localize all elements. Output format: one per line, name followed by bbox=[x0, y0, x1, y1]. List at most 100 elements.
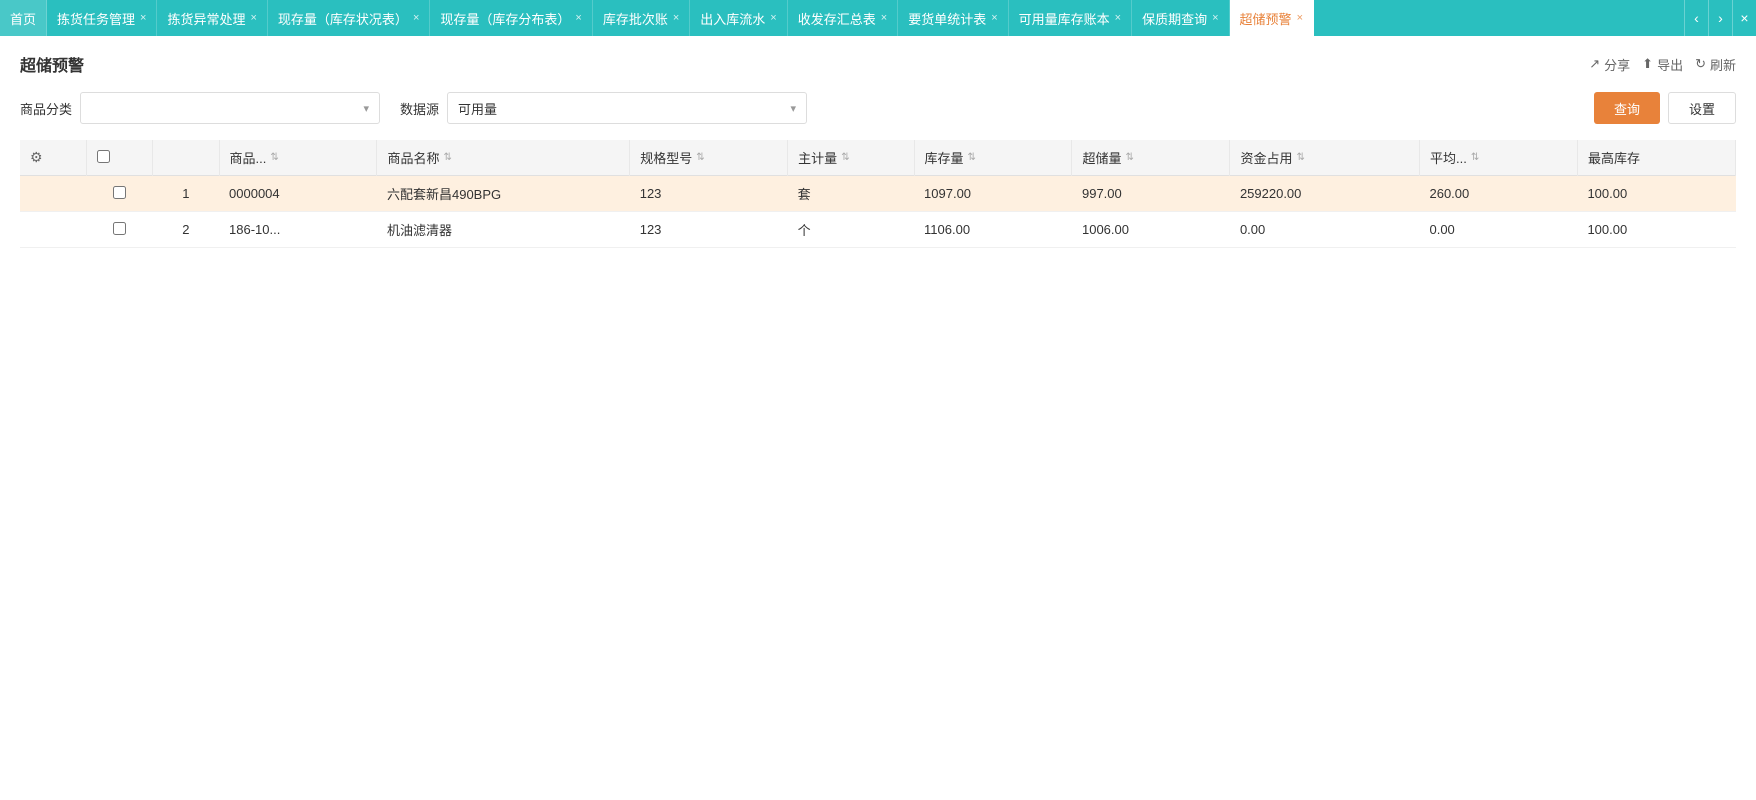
settings-button[interactable]: 设置 bbox=[1668, 92, 1736, 124]
nav-tab-stock-status[interactable]: 现存量（库存状况表） × bbox=[268, 0, 430, 36]
close-tab-overstock[interactable]: × bbox=[1297, 12, 1303, 24]
category-filter: 商品分类 ▾ bbox=[20, 92, 380, 124]
nav-tab-exception[interactable]: 拣货异常处理 × bbox=[157, 0, 267, 36]
page-header: 超储预警 ↗ 分享 ⬆ 导出 ↻ 刷新 bbox=[20, 52, 1736, 76]
share-button[interactable]: ↗ 分享 bbox=[1589, 55, 1630, 74]
nav-tab-task[interactable]: 拣货任务管理 × bbox=[47, 0, 157, 36]
row-avg: 0.00 bbox=[1419, 212, 1577, 248]
col-header-name[interactable]: 商品名称 ⇅ bbox=[377, 140, 630, 176]
nav-arrow-right[interactable]: › bbox=[1708, 0, 1732, 36]
filter-row: 商品分类 ▾ 数据源 可用量 ▾ 查询 设置 bbox=[20, 92, 1736, 124]
refresh-icon: ↻ bbox=[1695, 56, 1706, 72]
sort-icon-over: ⇅ bbox=[1126, 152, 1134, 163]
close-tab-exception[interactable]: × bbox=[250, 12, 256, 24]
top-navigation: 首页 拣货任务管理 × 拣货异常处理 × 现存量（库存状况表） × 现存量（库存… bbox=[0, 0, 1756, 36]
table-row[interactable]: 1 0000004 六配套新昌490BPG 123 套 1097.00 997.… bbox=[20, 176, 1736, 212]
close-tab-summary[interactable]: × bbox=[881, 12, 887, 24]
row-avg: 260.00 bbox=[1419, 176, 1577, 212]
row-name: 机油滤清器 bbox=[377, 212, 630, 248]
col-header-funds[interactable]: 资金占用 ⇅ bbox=[1230, 140, 1420, 176]
table-header-row: 商品... ⇅ 商品名称 ⇅ 规格型号 ⇅ bbox=[20, 140, 1736, 176]
datasource-filter: 数据源 可用量 ▾ bbox=[400, 92, 807, 124]
close-tab-task[interactable]: × bbox=[140, 12, 146, 24]
row-index: 2 bbox=[153, 212, 219, 248]
col-header-settings[interactable] bbox=[20, 140, 86, 176]
category-select[interactable]: ▾ bbox=[80, 92, 380, 124]
close-tab-quality[interactable]: × bbox=[1212, 12, 1218, 24]
close-tab-available[interactable]: × bbox=[1115, 12, 1121, 24]
category-chevron-icon: ▾ bbox=[363, 102, 369, 115]
col-header-stock[interactable]: 库存量 ⇅ bbox=[914, 140, 1072, 176]
row-checkbox[interactable] bbox=[113, 222, 126, 235]
row-over: 1006.00 bbox=[1072, 212, 1230, 248]
datasource-label: 数据源 bbox=[400, 99, 439, 118]
col-header-check bbox=[86, 140, 152, 176]
row-checkbox-cell[interactable] bbox=[86, 212, 152, 248]
page-title: 超储预警 bbox=[20, 52, 84, 76]
nav-tab-inout[interactable]: 出入库流水 × bbox=[690, 0, 787, 36]
table-row[interactable]: 2 186-10... 机油滤清器 123 个 1106.00 1006.00 … bbox=[20, 212, 1736, 248]
col-header-spec[interactable]: 规格型号 ⇅ bbox=[630, 140, 788, 176]
datasource-select[interactable]: 可用量 ▾ bbox=[447, 92, 807, 124]
gear-icon bbox=[30, 150, 43, 165]
row-settings-cell bbox=[20, 212, 86, 248]
row-index: 1 bbox=[153, 176, 219, 212]
col-header-idx bbox=[153, 140, 219, 176]
sort-icon-funds: ⇅ bbox=[1296, 152, 1304, 163]
row-code: 0000004 bbox=[219, 176, 377, 212]
row-maxstock: 100.00 bbox=[1577, 212, 1735, 248]
nav-tab-available[interactable]: 可用量库存账本 × bbox=[1009, 0, 1132, 36]
nav-arrow-close[interactable]: × bbox=[1732, 0, 1756, 36]
row-code: 186-10... bbox=[219, 212, 377, 248]
nav-tab-demand[interactable]: 要货单统计表 × bbox=[898, 0, 1008, 36]
nav-tab-summary[interactable]: 收发存汇总表 × bbox=[788, 0, 898, 36]
row-funds: 259220.00 bbox=[1230, 176, 1420, 212]
category-label: 商品分类 bbox=[20, 99, 72, 118]
sort-icon-spec: ⇅ bbox=[696, 152, 704, 163]
row-unit: 个 bbox=[788, 212, 914, 248]
export-icon: ⬆ bbox=[1642, 56, 1653, 72]
row-over: 997.00 bbox=[1072, 176, 1230, 212]
close-tab-inout[interactable]: × bbox=[770, 12, 776, 24]
nav-tab-batch[interactable]: 库存批次账 × bbox=[593, 0, 690, 36]
nav-tab-stock-dist[interactable]: 现存量（库存分布表） × bbox=[430, 0, 592, 36]
row-checkbox-cell[interactable] bbox=[86, 176, 152, 212]
share-icon: ↗ bbox=[1589, 56, 1600, 72]
col-header-over[interactable]: 超储量 ⇅ bbox=[1072, 140, 1230, 176]
close-tab-stock-dist[interactable]: × bbox=[575, 12, 581, 24]
close-tab-stock-status[interactable]: × bbox=[413, 12, 419, 24]
nav-tab-overstock[interactable]: 超储预警 × bbox=[1230, 0, 1314, 36]
row-spec: 123 bbox=[630, 212, 788, 248]
sort-icon-unit: ⇅ bbox=[841, 152, 849, 163]
row-stock: 1106.00 bbox=[914, 212, 1072, 248]
sort-icon-stock: ⇅ bbox=[968, 152, 976, 163]
data-table: 商品... ⇅ 商品名称 ⇅ 规格型号 ⇅ bbox=[20, 140, 1736, 248]
header-actions: ↗ 分享 ⬆ 导出 ↻ 刷新 bbox=[1589, 55, 1736, 74]
query-button[interactable]: 查询 bbox=[1594, 92, 1660, 124]
nav-tab-quality[interactable]: 保质期查询 × bbox=[1132, 0, 1229, 36]
row-maxstock: 100.00 bbox=[1577, 176, 1735, 212]
datasource-chevron-icon: ▾ bbox=[791, 102, 797, 115]
nav-tab-home[interactable]: 首页 bbox=[0, 0, 47, 36]
table-body: 1 0000004 六配套新昌490BPG 123 套 1097.00 997.… bbox=[20, 176, 1736, 248]
filter-buttons: 查询 设置 bbox=[1594, 92, 1736, 124]
row-checkbox[interactable] bbox=[113, 186, 126, 199]
row-stock: 1097.00 bbox=[914, 176, 1072, 212]
col-header-avg[interactable]: 平均... ⇅ bbox=[1419, 140, 1577, 176]
export-button[interactable]: ⬆ 导出 bbox=[1642, 55, 1683, 74]
page-content: 超储预警 ↗ 分享 ⬆ 导出 ↻ 刷新 商品分类 ▾ 数据源 bbox=[0, 36, 1756, 800]
sort-icon-avg: ⇅ bbox=[1471, 152, 1479, 163]
select-all-checkbox[interactable] bbox=[97, 150, 110, 163]
row-spec: 123 bbox=[630, 176, 788, 212]
col-header-maxstock[interactable]: 最高库存 bbox=[1577, 140, 1735, 176]
row-funds: 0.00 bbox=[1230, 212, 1420, 248]
row-unit: 套 bbox=[788, 176, 914, 212]
row-name: 六配套新昌490BPG bbox=[377, 176, 630, 212]
datasource-select-value: 可用量 bbox=[458, 99, 497, 118]
refresh-button[interactable]: ↻ 刷新 bbox=[1695, 55, 1736, 74]
close-tab-demand[interactable]: × bbox=[991, 12, 997, 24]
nav-arrow-left[interactable]: ‹ bbox=[1684, 0, 1708, 36]
col-header-unit[interactable]: 主计量 ⇅ bbox=[788, 140, 914, 176]
close-tab-batch[interactable]: × bbox=[673, 12, 679, 24]
col-header-code[interactable]: 商品... ⇅ bbox=[219, 140, 377, 176]
